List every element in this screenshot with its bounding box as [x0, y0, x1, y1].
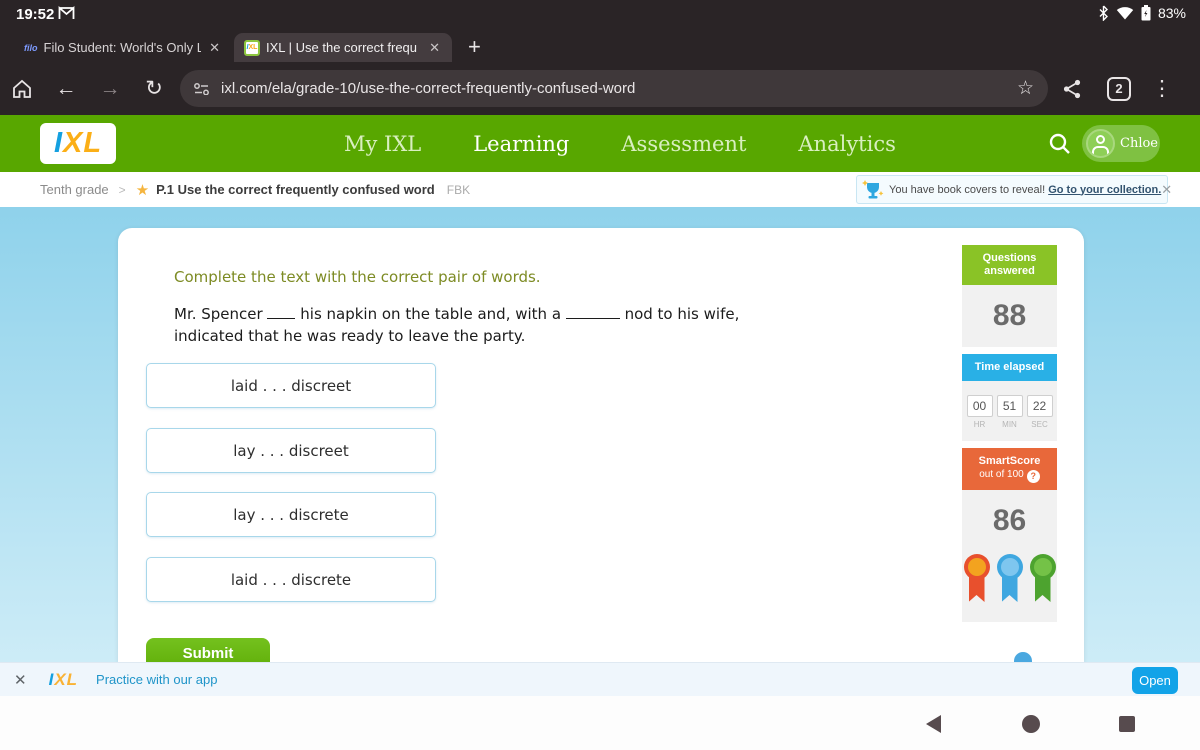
tab-title: Filo Student: World's Only L [43, 40, 202, 55]
wifi-icon [1116, 6, 1134, 20]
nav-my-ixl[interactable]: My IXL [340, 118, 425, 170]
nav-assessment[interactable]: Assessment [617, 118, 750, 170]
android-recents-button[interactable] [1119, 716, 1135, 732]
screen: 19:52 83% filo Filo Student: World's Onl… [0, 0, 1200, 750]
logo-i: I [53, 127, 63, 159]
smartscore-block: SmartScore out of 100? 86 [962, 448, 1057, 622]
account-button[interactable]: Chloe [1082, 125, 1160, 162]
site-info-icon[interactable] [194, 82, 209, 95]
ribbon-green-icon [1029, 554, 1056, 606]
answer-option-3[interactable]: lay . . . discrete [146, 492, 436, 537]
questions-answered-label: Questions answered [962, 245, 1057, 285]
time-min: 51 [996, 395, 1023, 417]
breadcrumb-skill[interactable]: P.1 Use the correct frequently confused … [156, 182, 435, 197]
home-button[interactable] [0, 79, 44, 99]
book-covers-notification: You have book covers to reveal! Go to yo… [856, 175, 1172, 204]
android-back-button[interactable] [926, 715, 941, 733]
tab-switcher-button[interactable]: 2 [1096, 76, 1142, 101]
back-button[interactable]: ← [44, 77, 88, 101]
ixl-header: I XL My IXL Learning Assessment Analytics… [0, 115, 1200, 184]
answer-option-2[interactable]: lay . . . discreet [146, 428, 436, 473]
tab-title: IXL | Use the correct frequ [266, 40, 418, 55]
menu-overflow-icon[interactable]: ⋮ [1142, 76, 1182, 101]
ribbon-blue-icon [996, 554, 1023, 606]
notification-text: You have book covers to reveal! Go to yo… [889, 183, 1162, 196]
clock: 19:52 [16, 6, 55, 23]
status-icons: 83% [1098, 5, 1186, 21]
questions-answered-value: 88 [992, 299, 1027, 332]
breadcrumb-grade[interactable]: Tenth grade [40, 182, 109, 197]
help-widget-peek[interactable] [1014, 652, 1032, 662]
primary-nav: My IXL Learning Assessment Analytics [340, 115, 900, 184]
android-nav-bar [0, 696, 1200, 750]
avatar [1086, 129, 1115, 158]
nav-learning[interactable]: Learning [469, 118, 573, 184]
star-icon[interactable]: ★ [136, 181, 149, 199]
time-elapsed-block: Time elapsed 00 HR 51 MIN 22 SEC [962, 354, 1057, 441]
battery-icon [1141, 5, 1151, 21]
answer-blank-1 [267, 318, 296, 319]
ixl-logo[interactable]: I XL [40, 123, 116, 164]
android-home-button[interactable] [1022, 715, 1040, 733]
ribbon-orange-icon [963, 554, 990, 606]
share-icon[interactable] [1048, 79, 1096, 99]
url-bar[interactable]: ixl.com/ela/grade-10/use-the-correct-fre… [180, 70, 1048, 107]
questions-answered-block: Questions answered 88 [962, 245, 1057, 347]
stats-panel: Questions answered 88 Time elapsed 00 HR … [962, 245, 1057, 629]
status-bar: 19:52 83% [0, 0, 1200, 30]
collection-link[interactable]: Go to your collection. [1048, 184, 1161, 196]
tab-filo-student[interactable]: filo Filo Student: World's Only L ✕ [14, 33, 232, 62]
question-prompt: Complete the text with the correct pair … [174, 268, 541, 286]
filo-favicon: filo [24, 42, 38, 53]
logo-xl: XL [63, 127, 103, 159]
smartscore-help-icon[interactable]: ? [1026, 470, 1040, 483]
nav-analytics[interactable]: Analytics [794, 118, 899, 170]
tab-close-icon[interactable]: ✕ [207, 40, 222, 56]
banner-ixl-logo: IXL [48, 669, 79, 689]
practice-area: Complete the text with the correct pair … [0, 207, 1200, 682]
answer-option-4[interactable]: laid . . . discrete [146, 557, 436, 602]
time-sec: 22 [1026, 395, 1053, 417]
ixl-favicon: I XL [244, 39, 260, 56]
forward-button[interactable]: → [88, 77, 132, 101]
question-sentence: Mr. Spencer his napkin on the table and,… [174, 305, 740, 345]
breadcrumb-bar: Tenth grade > ★ P.1 Use the correct freq… [0, 172, 1200, 207]
tab-close-icon[interactable]: ✕ [427, 40, 442, 56]
battery-percent: 83% [1157, 5, 1186, 21]
new-tab-button[interactable]: + [468, 33, 481, 60]
reload-button[interactable]: ↻ [132, 76, 176, 101]
tab-strip: filo Filo Student: World's Only L ✕ I XL … [0, 30, 1200, 62]
chevron-right-icon: > [118, 182, 126, 197]
question-card: Complete the text with the correct pair … [118, 228, 1084, 682]
search-icon[interactable] [1048, 132, 1072, 156]
smartscore-value: 86 [992, 504, 1027, 537]
bluetooth-icon [1098, 5, 1109, 21]
smartscore-label: SmartScore out of 100? [962, 448, 1057, 490]
time-elapsed-label: Time elapsed [962, 354, 1057, 381]
banner-text: Practice with our app [96, 672, 218, 687]
answer-option-1[interactable]: laid . . . discreet [146, 363, 436, 408]
bookmark-star-icon[interactable]: ☆ [1017, 77, 1034, 100]
tab-ixl-active[interactable]: I XL IXL | Use the correct frequ ✕ [234, 33, 452, 62]
skill-code: FBK [446, 182, 471, 197]
notification-close-icon[interactable]: ✕ [1161, 182, 1172, 198]
open-app-button[interactable]: Open [1132, 667, 1178, 694]
banner-close-icon[interactable]: ✕ [14, 671, 27, 689]
app-promo-banner: ✕ IXL Practice with our app Open [0, 662, 1200, 696]
browser-chrome: 19:52 83% filo Filo Student: World's Onl… [0, 0, 1200, 115]
time-hr: 00 [966, 395, 993, 417]
answer-blank-2 [565, 318, 620, 319]
gmail-notification-icon [58, 6, 75, 20]
award-ribbons [962, 552, 1057, 622]
browser-toolbar: ← → ↻ ixl.com/ela/grade-10/use-the-corre… [0, 62, 1200, 115]
url-text[interactable]: ixl.com/ela/grade-10/use-the-correct-fre… [221, 80, 1017, 97]
user-name: Chloe [1120, 136, 1158, 151]
trophy-icon [861, 178, 885, 202]
